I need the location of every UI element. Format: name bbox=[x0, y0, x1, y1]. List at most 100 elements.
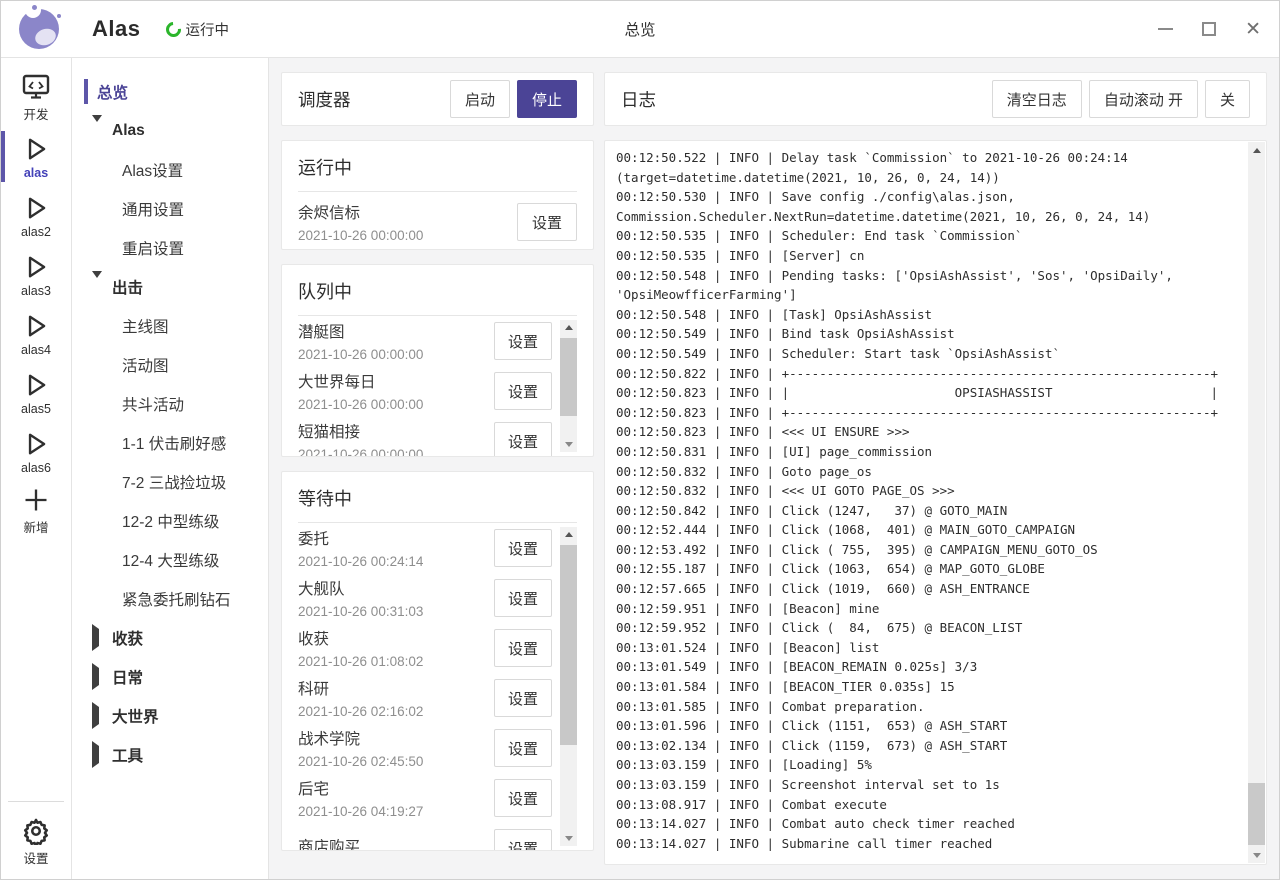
rail-item-add[interactable]: 新增 bbox=[1, 481, 71, 540]
content: 调度器 启动 停止 运行中 余烬信标2021-10-26 00:00:00设置 … bbox=[269, 58, 1279, 879]
app-window: Alas 运行中 总览 ✕ 开发alasalas2alas3alas4alas5… bbox=[0, 0, 1280, 880]
task-setting-button[interactable]: 设置 bbox=[517, 203, 577, 241]
menu-item[interactable]: 总览 bbox=[72, 72, 268, 111]
log-line: 00:12:55.187 | INFO | Click (1063, 654) … bbox=[616, 559, 1240, 579]
log-title: 日志 bbox=[621, 87, 656, 112]
task-name: 余烬信标 bbox=[298, 201, 517, 223]
log-line: 00:12:50.522 | INFO | Delay task `Commis… bbox=[616, 148, 1240, 168]
start-button[interactable]: 启动 bbox=[450, 80, 510, 118]
menu-item[interactable]: 7-2 三战捡垃圾 bbox=[72, 462, 268, 501]
plus-icon bbox=[22, 485, 50, 515]
task-setting-button[interactable]: 设置 bbox=[494, 679, 552, 717]
rail-item-alas3[interactable]: alas3 bbox=[1, 245, 71, 304]
dev-monitor-icon bbox=[22, 72, 50, 102]
menu-item[interactable]: 重启设置 bbox=[72, 228, 268, 267]
task-name: 商店购买 bbox=[298, 835, 494, 850]
log-line: 00:13:14.027 | INFO | Combat auto check … bbox=[616, 814, 1240, 834]
scrollbar-thumb[interactable] bbox=[560, 545, 577, 745]
task-next-run-time: 2021-10-26 00:00:00 bbox=[298, 447, 494, 456]
menu-item-label: 共斗活动 bbox=[122, 393, 184, 415]
maximize-icon[interactable] bbox=[1202, 22, 1216, 36]
menu-item-label: 出击 bbox=[112, 276, 143, 298]
task-row: 潜艇图2021-10-26 00:00:00设置 bbox=[298, 316, 552, 366]
stop-button[interactable]: 停止 bbox=[517, 80, 577, 118]
minimize-icon[interactable] bbox=[1158, 28, 1173, 30]
rail-item-alas6[interactable]: alas6 bbox=[1, 422, 71, 481]
task-setting-button[interactable]: 设置 bbox=[494, 422, 552, 456]
menu-item[interactable]: 活动图 bbox=[72, 345, 268, 384]
chevron-down-icon bbox=[92, 122, 104, 140]
task-setting-button[interactable]: 设置 bbox=[494, 629, 552, 667]
task-setting-button[interactable]: 设置 bbox=[494, 779, 552, 817]
log-panel: 00:12:50.522 | INFO | Delay task `Commis… bbox=[604, 140, 1267, 865]
task-setting-button[interactable]: 设置 bbox=[494, 372, 552, 410]
log-off-button[interactable]: 关 bbox=[1205, 80, 1250, 118]
pending-title: 队列中 bbox=[298, 278, 577, 304]
task-row: 委托2021-10-26 00:24:14设置 bbox=[298, 523, 552, 573]
log-line: 00:12:50.535 | INFO | Scheduler: End tas… bbox=[616, 226, 1240, 246]
task-row: 收获2021-10-26 01:08:02设置 bbox=[298, 623, 552, 673]
menu-item[interactable]: 12-4 大型练级 bbox=[72, 540, 268, 579]
log-line: 00:12:50.548 | INFO | Pending tasks: ['O… bbox=[616, 266, 1240, 286]
task-next-run-time: 2021-10-26 01:08:02 bbox=[298, 654, 494, 669]
status-label: 运行中 bbox=[185, 19, 229, 40]
rail-item-alas[interactable]: alas bbox=[1, 127, 71, 186]
play-icon bbox=[23, 193, 49, 223]
scroll-down-icon[interactable] bbox=[560, 437, 577, 452]
menu-item[interactable]: 1-1 伏击刷好感 bbox=[72, 423, 268, 462]
menu-item[interactable]: Alas设置 bbox=[72, 150, 268, 189]
scheduler-header: 调度器 启动 停止 bbox=[281, 72, 594, 126]
task-row: 余烬信标2021-10-26 00:00:00设置 bbox=[298, 192, 577, 250]
menu-item[interactable]: 紧急委托刷钻石 bbox=[72, 579, 268, 618]
log-line: 00:12:53.492 | INFO | Click ( 755, 395) … bbox=[616, 540, 1240, 560]
rail-item-alas2[interactable]: alas2 bbox=[1, 186, 71, 245]
autoscroll-toggle-button[interactable]: 自动滚动 开 bbox=[1089, 80, 1198, 118]
log-line: 00:12:50.831 | INFO | [UI] page_commissi… bbox=[616, 442, 1240, 462]
pending-scrollbar[interactable] bbox=[560, 320, 577, 452]
clear-log-button[interactable]: 清空日志 bbox=[992, 80, 1082, 118]
menu-item[interactable]: 收获 bbox=[72, 618, 268, 657]
rail-item-alas4[interactable]: alas4 bbox=[1, 304, 71, 363]
scroll-up-icon[interactable] bbox=[1248, 142, 1265, 158]
rail-item-settings[interactable]: 设置 bbox=[1, 812, 71, 871]
scrollbar-thumb[interactable] bbox=[560, 338, 577, 416]
scroll-up-icon[interactable] bbox=[560, 320, 577, 335]
close-icon[interactable]: ✕ bbox=[1245, 20, 1261, 39]
log-scrollbar[interactable] bbox=[1248, 142, 1265, 863]
task-name: 大舰队 bbox=[298, 577, 494, 599]
task-row: 大世界每日2021-10-26 00:00:00设置 bbox=[298, 366, 552, 416]
log-line: 00:13:08.917 | INFO | Combat execute bbox=[616, 795, 1240, 815]
menu-item[interactable]: 大世界 bbox=[72, 696, 268, 735]
rail-item-alas5[interactable]: alas5 bbox=[1, 363, 71, 422]
task-name: 短猫相接 bbox=[298, 420, 494, 442]
running-card: 运行中 余烬信标2021-10-26 00:00:00设置 bbox=[281, 140, 594, 250]
task-setting-button[interactable]: 设置 bbox=[494, 322, 552, 360]
play-icon bbox=[23, 252, 49, 282]
waiting-card: 等待中 委托2021-10-26 00:24:14设置大舰队 2021-10-26… bbox=[281, 471, 594, 851]
menu-item[interactable]: 通用设置 bbox=[72, 189, 268, 228]
pending-card: 队列中 潜艇图2021-10-26 00:00:00设置大世界每日2021-10… bbox=[281, 264, 594, 457]
waiting-scrollbar[interactable] bbox=[560, 527, 577, 846]
menu-item[interactable]: 12-2 中型练级 bbox=[72, 501, 268, 540]
menu-item[interactable]: 出击 bbox=[72, 267, 268, 306]
play-icon bbox=[23, 311, 49, 341]
log-line: (target=datetime.datetime(2021, 10, 26, … bbox=[616, 168, 1240, 188]
menu-item[interactable]: 工具 bbox=[72, 735, 268, 774]
task-setting-button[interactable]: 设置 bbox=[494, 829, 552, 850]
scrollbar-thumb[interactable] bbox=[1248, 783, 1265, 845]
scroll-down-icon[interactable] bbox=[1248, 847, 1265, 863]
menu-item[interactable]: 共斗活动 bbox=[72, 384, 268, 423]
scroll-down-icon[interactable] bbox=[560, 831, 577, 846]
app-title: Alas bbox=[92, 16, 140, 42]
menu-item[interactable]: 日常 bbox=[72, 657, 268, 696]
menu-item[interactable]: 主线图 bbox=[72, 306, 268, 345]
rail-item-dev[interactable]: 开发 bbox=[1, 68, 71, 127]
task-next-run-time: 2021-10-26 00:31:03 bbox=[298, 604, 494, 619]
waiting-title: 等待中 bbox=[298, 485, 577, 511]
menu-item[interactable]: Alas bbox=[72, 111, 268, 150]
scroll-up-icon[interactable] bbox=[560, 527, 577, 542]
log-line: 00:13:01.524 | INFO | [Beacon] list bbox=[616, 638, 1240, 658]
task-setting-button[interactable]: 设置 bbox=[494, 579, 552, 617]
task-setting-button[interactable]: 设置 bbox=[494, 729, 552, 767]
task-setting-button[interactable]: 设置 bbox=[494, 529, 552, 567]
